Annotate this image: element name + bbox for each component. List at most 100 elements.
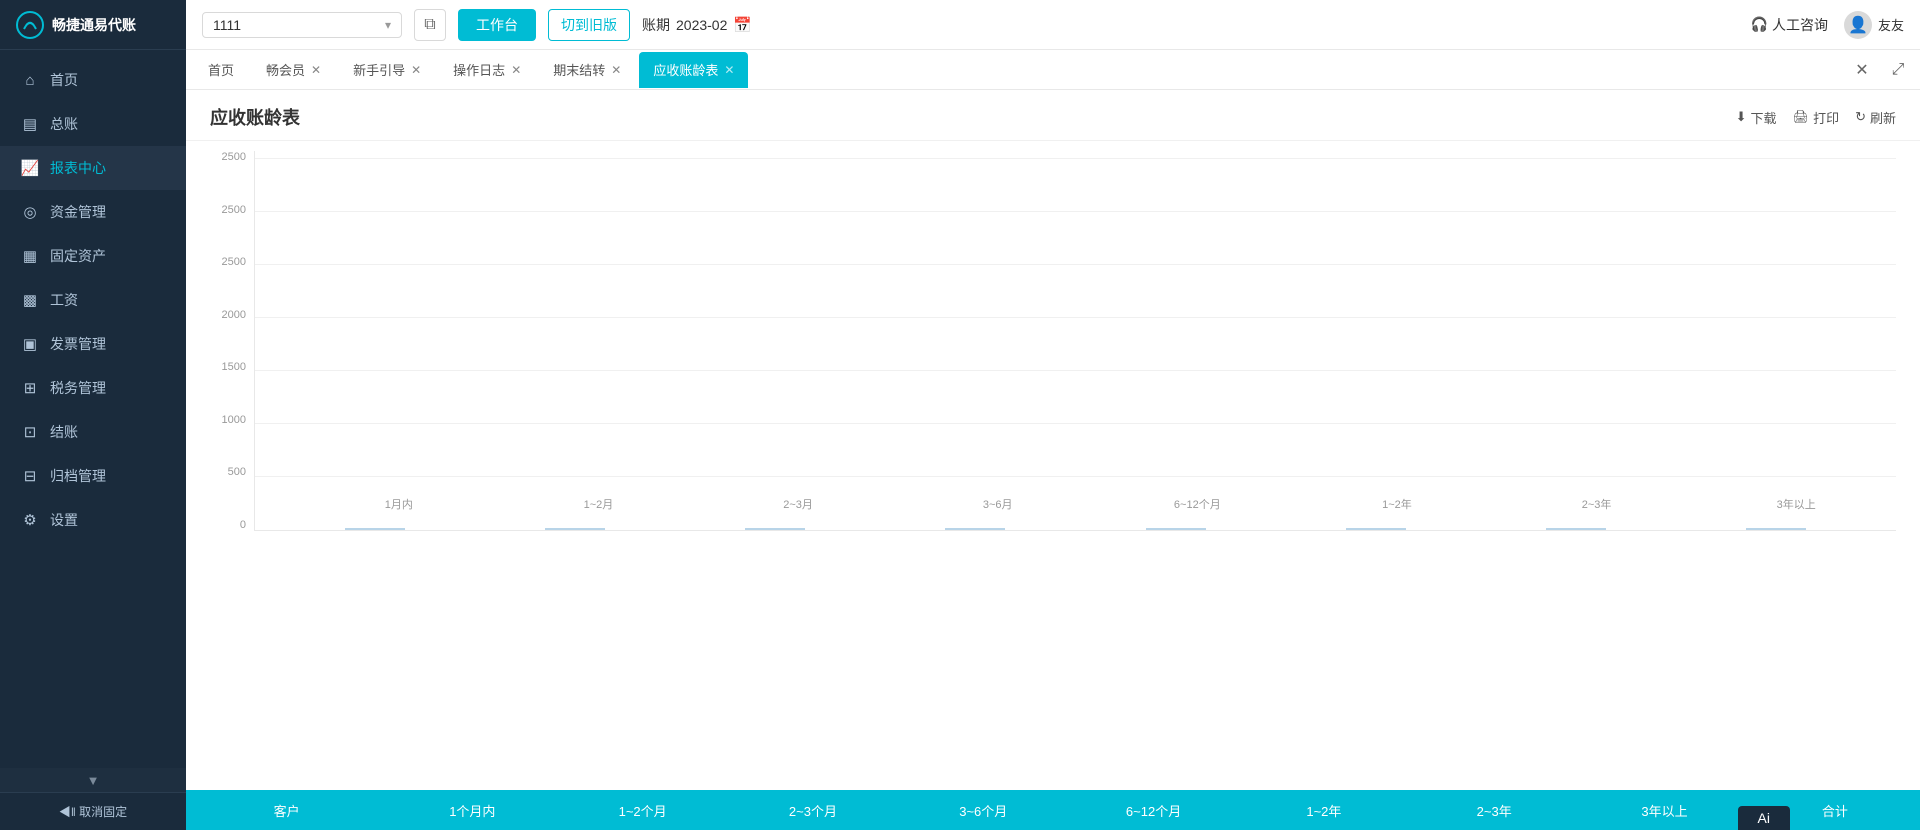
print-button[interactable]: 🖨 打印 [1793, 108, 1840, 127]
workbench-button[interactable]: 工作台 [458, 9, 536, 41]
tab-close-icon[interactable]: ✕ [724, 63, 734, 77]
download-label: 下载 [1751, 108, 1777, 127]
tab-member[interactable]: 畅会员 ✕ [252, 52, 335, 88]
cancel-fixed-label: ◀‖ 取消固定 [59, 803, 127, 820]
th-1-2month: 1~2个月 [557, 801, 727, 820]
th-customer: 客户 [186, 801, 387, 820]
sidebar-item-salary[interactable]: ▩ 工资 [0, 278, 186, 322]
refresh-button[interactable]: ↻ 刷新 [1855, 108, 1896, 127]
sidebar-nav: ⌂ 首页 ▤ 总账 📈 报表中心 ◎ 资金管理 ▦ 固定资产 ▩ 工资 ▣ 发票… [0, 50, 186, 768]
sidebar-item-label: 工资 [50, 290, 78, 310]
sidebar-item-ledger[interactable]: ▤ 总账 [0, 102, 186, 146]
tab-label: 新手引导 [353, 60, 405, 79]
copy-icon: ⧉ [424, 16, 435, 34]
sidebar-item-label: 结账 [50, 422, 78, 442]
sidebar-item-funds[interactable]: ◎ 资金管理 [0, 190, 186, 234]
logo-icon [16, 11, 44, 39]
page-title: 应收账龄表 [210, 104, 300, 130]
ai-label: Ai [1758, 810, 1770, 826]
download-icon: ⬇ [1736, 109, 1747, 125]
salary-icon: ▩ [20, 290, 40, 310]
y-label-2000: 2000 [210, 309, 246, 321]
consult-button[interactable]: 🎧 人工咨询 [1751, 15, 1828, 35]
header: 1111 ▾ ⧉ 工作台 切到旧版 账期 2023-02 📅 🎧 人工咨询 👤 … [186, 0, 1920, 50]
sidebar-item-archive[interactable]: ⊟ 归档管理 [0, 454, 186, 498]
sidebar-item-reports[interactable]: 📈 报表中心 [0, 146, 186, 190]
th-1-2year: 1~2年 [1239, 801, 1409, 820]
x-label-6-12month: 6~12个月 [1098, 496, 1298, 512]
scroll-arrow: ▼ [87, 773, 100, 788]
sidebar-item-home[interactable]: ⌂ 首页 [0, 58, 186, 102]
x-label-1-2year: 1~2年 [1297, 496, 1497, 512]
cancel-fixed-button[interactable]: ◀‖ 取消固定 [0, 792, 186, 830]
tabs-actions: ✕ ⤢ [1848, 56, 1912, 84]
ledger-icon: ▤ [20, 114, 40, 134]
sidebar: 畅捷通易代账 ⌂ 首页 ▤ 总账 📈 报表中心 ◎ 资金管理 ▦ 固定资产 ▩ … [0, 0, 186, 830]
tab-aging-report[interactable]: 应收账龄表 ✕ [639, 52, 748, 88]
switch-old-button[interactable]: 切到旧版 [548, 9, 630, 41]
download-button[interactable]: ⬇ 下载 [1736, 108, 1777, 127]
th-6-12month: 6~12个月 [1068, 801, 1238, 820]
sidebar-item-checkout[interactable]: ⊡ 结账 [0, 410, 186, 454]
tab-period-close[interactable]: 期末结转 ✕ [539, 52, 635, 88]
tab-oplog[interactable]: 操作日志 ✕ [439, 52, 535, 88]
tab-close-icon[interactable]: ✕ [511, 63, 521, 77]
x-label-3-6month: 3~6月 [898, 496, 1098, 512]
x-label-1month: 1月内 [299, 496, 499, 512]
x-label-3plus-year: 3年以上 [1696, 496, 1896, 512]
settings-icon: ⚙ [20, 510, 40, 530]
sidebar-item-label: 设置 [50, 510, 78, 530]
y-label-500: 500 [210, 466, 246, 478]
print-icon: 🖨 [1793, 109, 1810, 125]
chevron-down-icon: ▾ [385, 18, 391, 32]
reports-icon: 📈 [20, 158, 40, 178]
print-label: 打印 [1813, 108, 1839, 127]
sidebar-item-assets[interactable]: ▦ 固定资产 [0, 234, 186, 278]
tab-close-icon[interactable]: ✕ [311, 63, 321, 77]
calendar-icon: 📅 [733, 16, 752, 34]
y-label-2500b: 2500 [210, 204, 246, 216]
avatar: 👤 [1844, 11, 1872, 39]
logo-text: 畅捷通易代账 [52, 15, 136, 35]
y-label-0: 0 [210, 519, 246, 531]
sidebar-item-tax[interactable]: ⊞ 税务管理 [0, 366, 186, 410]
tab-close-all-button[interactable]: ✕ [1848, 56, 1876, 84]
header-right: 🎧 人工咨询 👤 友友 [1751, 11, 1904, 39]
assets-icon: ▦ [20, 246, 40, 266]
y-label-1500: 1500 [210, 361, 246, 373]
sidebar-logo: 畅捷通易代账 [0, 0, 186, 50]
tab-close-icon[interactable]: ✕ [411, 63, 421, 77]
x-axis: 1月内 1~2月 2~3月 3~6月 6~12个月 1~2年 2~3年 3年以上 [299, 490, 1896, 530]
sidebar-item-label: 固定资产 [50, 246, 106, 266]
company-selector[interactable]: 1111 ▾ [202, 12, 402, 38]
bars-area [255, 151, 1896, 530]
page-actions: ⬇ 下载 🖨 打印 ↻ 刷新 [1736, 108, 1896, 127]
period-info: 账期 2023-02 📅 [642, 15, 752, 35]
x-label-2-3year: 2~3年 [1497, 496, 1697, 512]
copy-button[interactable]: ⧉ [414, 9, 446, 41]
period-value: 2023-02 [676, 17, 727, 33]
tab-home[interactable]: 首页 [194, 52, 248, 88]
y-label-2500a: 2500 [210, 256, 246, 268]
ai-badge[interactable]: Ai [1738, 806, 1790, 830]
tab-label: 畅会员 [266, 60, 305, 79]
company-name: 1111 [213, 17, 385, 33]
headset-icon: 🎧 [1751, 16, 1768, 33]
avatar-icon: 👤 [1848, 15, 1868, 35]
user-info[interactable]: 👤 友友 [1844, 11, 1904, 39]
x-label-2-3month: 2~3月 [698, 496, 898, 512]
tab-label: 应收账龄表 [653, 60, 718, 79]
consult-label: 人工咨询 [1772, 15, 1828, 35]
main-area: 1111 ▾ ⧉ 工作台 切到旧版 账期 2023-02 📅 🎧 人工咨询 👤 … [186, 0, 1920, 830]
sidebar-item-label: 归档管理 [50, 466, 106, 486]
th-2-3year: 2~3年 [1409, 801, 1579, 820]
archive-icon: ⊟ [20, 466, 40, 486]
sidebar-item-label: 首页 [50, 70, 78, 90]
tab-guide[interactable]: 新手引导 ✕ [339, 52, 435, 88]
tab-close-icon[interactable]: ✕ [611, 63, 621, 77]
tab-expand-button[interactable]: ⤢ [1884, 56, 1912, 84]
page-header: 应收账龄表 ⬇ 下载 🖨 打印 ↻ 刷新 [186, 90, 1920, 141]
sidebar-item-invoice[interactable]: ▣ 发票管理 [0, 322, 186, 366]
y-label-1000: 1000 [210, 414, 246, 426]
sidebar-item-settings[interactable]: ⚙ 设置 [0, 498, 186, 542]
